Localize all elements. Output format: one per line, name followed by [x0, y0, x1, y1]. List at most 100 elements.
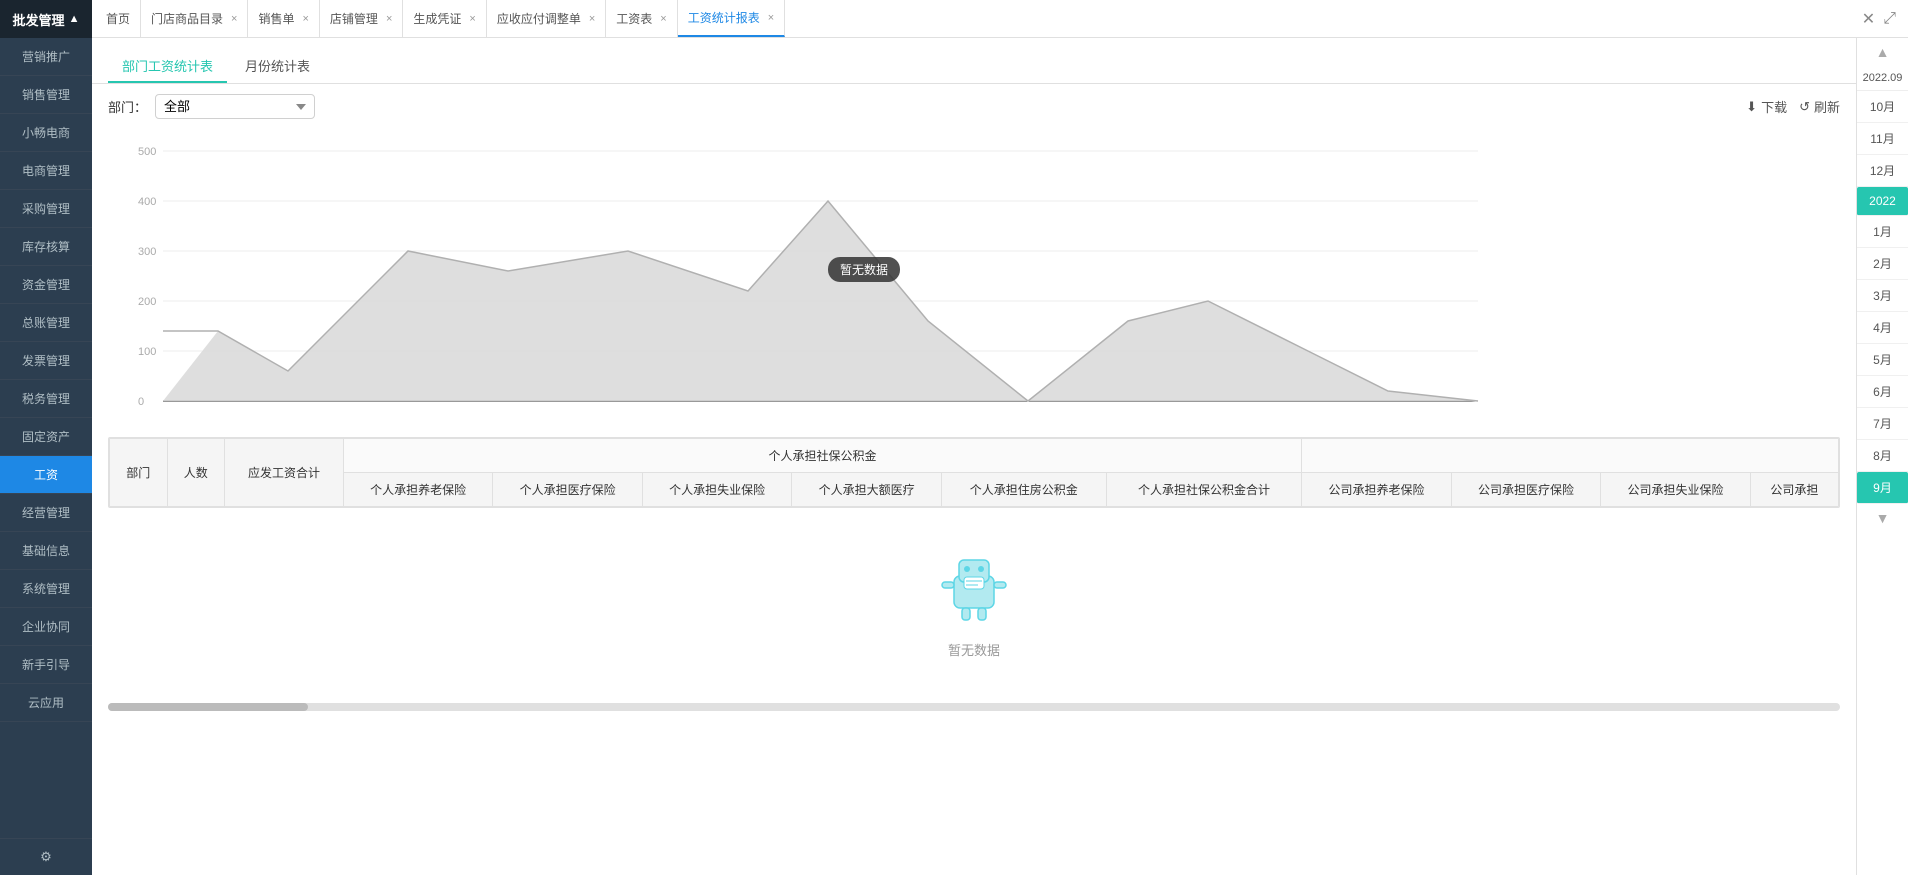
tab-label: 工资表 — [616, 10, 652, 27]
tab-label: 应收应付调整单 — [497, 10, 581, 27]
tooltip-text: 暂无数据 — [840, 263, 888, 277]
col-个人承担社保公积金合计: 个人承担社保公积金合计 — [1106, 473, 1302, 507]
col-公司承担失业保险: 公司承担失业保险 — [1601, 473, 1751, 507]
sidebar-item-销售管理[interactable]: 销售管理 — [0, 76, 92, 114]
refresh-button[interactable]: ↺ 刷新 — [1799, 97, 1840, 116]
date-nav-item-2月[interactable]: 2月 — [1857, 248, 1908, 280]
date-nav-item-8月[interactable]: 8月 — [1857, 440, 1908, 472]
date-nav-header[interactable]: 2022.09 — [1857, 66, 1908, 91]
table-header-row2: 个人承担养老保险个人承担医疗保险个人承担失业保险个人承担大额医疗个人承担住房公积… — [110, 473, 1839, 507]
date-nav-item-1月[interactable]: 1月 — [1857, 216, 1908, 248]
refresh-icon: ↺ — [1799, 99, 1810, 115]
dept-filter: 部门： 全部 — [108, 94, 315, 119]
tab-close-btn[interactable]: × — [589, 13, 595, 25]
tab-label: 首页 — [106, 10, 130, 27]
empty-icon — [934, 548, 1014, 628]
date-nav-item-4月[interactable]: 4月 — [1857, 312, 1908, 344]
sidebar-item-新手引导[interactable]: 新手引导 — [0, 646, 92, 684]
page-content: 部门工资统计表月份统计表 部门： 全部 ⬇ 下载 ↺ 刷新 — [92, 38, 1856, 875]
sidebar-item-电商管理[interactable]: 电商管理 — [0, 152, 92, 190]
tab-label: 店铺管理 — [330, 10, 378, 27]
tab-首页[interactable]: 首页 — [96, 0, 141, 37]
svg-text:0: 0 — [138, 396, 144, 408]
col-个人承担住房公积金: 个人承担住房公积金 — [941, 473, 1106, 507]
date-nav-item-10月[interactable]: 10月 — [1857, 91, 1908, 123]
sidebar-item-营销推广[interactable]: 营销推广 — [0, 38, 92, 76]
tab-close-btn[interactable]: × — [386, 13, 392, 25]
sidebar-item-云应用[interactable]: 云应用 — [0, 684, 92, 722]
col-company-social — [1302, 439, 1839, 473]
horizontal-scrollbar[interactable] — [108, 703, 1840, 711]
sidebar-item-资金管理[interactable]: 资金管理 — [0, 266, 92, 304]
date-nav-item-5月[interactable]: 5月 — [1857, 344, 1908, 376]
sidebar-item-系统管理[interactable]: 系统管理 — [0, 570, 92, 608]
sidebar-item-工资[interactable]: 工资 — [0, 456, 92, 494]
download-button[interactable]: ⬇ 下载 — [1746, 97, 1787, 116]
tabs-bar-end: ✕⤢ — [1862, 9, 1904, 29]
sub-tab-部门工资统计表[interactable]: 部门工资统计表 — [108, 50, 227, 83]
dept-label: 部门： — [108, 97, 147, 116]
sidebar-collapse-icon[interactable]: ▲ — [69, 13, 80, 25]
chart-svg-wrapper: 500 400 300 200 100 0 — [108, 137, 1840, 437]
date-nav-item-3月[interactable]: 3月 — [1857, 280, 1908, 312]
chart-svg: 500 400 300 200 100 0 — [108, 137, 1488, 437]
main-area: 首页门店商品目录×销售单×店铺管理×生成凭证×应收应付调整单×工资表×工资统计报… — [92, 0, 1908, 875]
tab-门店商品目录[interactable]: 门店商品目录 × — [141, 0, 248, 37]
tab-label: 门店商品目录 — [151, 10, 223, 27]
scrollbar-thumb[interactable] — [108, 703, 308, 711]
tab-close-btn[interactable]: × — [231, 13, 237, 25]
date-nav-item-2022[interactable]: 2022 — [1857, 187, 1908, 216]
date-nav-item-7月[interactable]: 7月 — [1857, 408, 1908, 440]
table-header-row1: 部门 人数 应发工资合计 个人承担社保公积金 — [110, 439, 1839, 473]
tab-label: 销售单 — [258, 10, 294, 27]
sidebar-item-小畅电商[interactable]: 小畅电商 — [0, 114, 92, 152]
sidebar-header[interactable]: 批发管理 ▲ — [0, 0, 92, 38]
svg-text:300: 300 — [138, 246, 156, 258]
sidebar-item-固定资产[interactable]: 固定资产 — [0, 418, 92, 456]
sidebar: 批发管理 ▲ 营销推广销售管理小畅电商电商管理采购管理库存核算资金管理总账管理发… — [0, 0, 92, 875]
date-nav-item-12月[interactable]: 12月 — [1857, 155, 1908, 187]
date-nav: ▲ 2022.09 10月11月12月20221月2月3月4月5月6月7月8月9… — [1856, 38, 1908, 875]
sub-tab-月份统计表[interactable]: 月份统计表 — [231, 50, 324, 83]
dept-select[interactable]: 全部 — [155, 94, 315, 119]
toolbar: 部门： 全部 ⬇ 下载 ↺ 刷新 — [92, 84, 1856, 129]
sidebar-item-库存核算[interactable]: 库存核算 — [0, 228, 92, 266]
col-公司承担医疗保险: 公司承担医疗保险 — [1451, 473, 1601, 507]
sidebar-item-总账管理[interactable]: 总账管理 — [0, 304, 92, 342]
close-all-icon[interactable]: ✕ — [1862, 9, 1875, 29]
sidebar-item-发票管理[interactable]: 发票管理 — [0, 342, 92, 380]
sub-tabs: 部门工资统计表月份统计表 — [92, 38, 1856, 84]
tab-应收应付调整单[interactable]: 应收应付调整单 × — [487, 0, 606, 37]
tab-生成凭证[interactable]: 生成凭证× — [403, 0, 486, 37]
tab-close-btn[interactable]: × — [768, 12, 774, 24]
date-nav-item-11月[interactable]: 11月 — [1857, 123, 1908, 155]
sidebar-item-税务管理[interactable]: 税务管理 — [0, 380, 92, 418]
chart-container: 500 400 300 200 100 0 — [92, 129, 1856, 437]
sidebar-item-采购管理[interactable]: 采购管理 — [0, 190, 92, 228]
sidebar-item-基础信息[interactable]: 基础信息 — [0, 532, 92, 570]
content-area: 部门工资统计表月份统计表 部门： 全部 ⬇ 下载 ↺ 刷新 — [92, 38, 1908, 875]
tab-销售单[interactable]: 销售单 × — [248, 0, 319, 37]
col-count: 人数 — [167, 439, 225, 507]
table-scroll: 部门 人数 应发工资合计 个人承担社保公积金 个人承担养老保险个人承担医疗保险个… — [109, 438, 1839, 507]
col-dept: 部门 — [110, 439, 168, 507]
tab-close-btn[interactable]: × — [302, 13, 308, 25]
tab-close-btn[interactable]: × — [660, 13, 666, 25]
date-nav-item-9月[interactable]: 9月 — [1857, 472, 1908, 504]
sidebar-settings[interactable]: ⚙ — [0, 838, 92, 875]
refresh-label: 刷新 — [1814, 97, 1840, 116]
col-公司承担养老保险: 公司承担养老保险 — [1302, 473, 1452, 507]
svg-text:200: 200 — [138, 296, 156, 308]
svg-text:500: 500 — [138, 146, 156, 158]
date-nav-down-arrow[interactable]: ▼ — [1857, 504, 1908, 532]
sidebar-item-经营管理[interactable]: 经营管理 — [0, 494, 92, 532]
tab-工资表[interactable]: 工资表 × — [606, 0, 677, 37]
tab-close-btn[interactable]: × — [469, 13, 475, 25]
tab-工资统计报表[interactable]: 工资统计报表× — [678, 0, 785, 37]
maximize-icon[interactable]: ⤢ — [1883, 10, 1896, 28]
empty-text: 暂无数据 — [948, 640, 1000, 659]
tab-店铺管理[interactable]: 店铺管理 × — [320, 0, 403, 37]
sidebar-item-企业协同[interactable]: 企业协同 — [0, 608, 92, 646]
date-nav-up-arrow[interactable]: ▲ — [1857, 38, 1908, 66]
date-nav-item-6月[interactable]: 6月 — [1857, 376, 1908, 408]
